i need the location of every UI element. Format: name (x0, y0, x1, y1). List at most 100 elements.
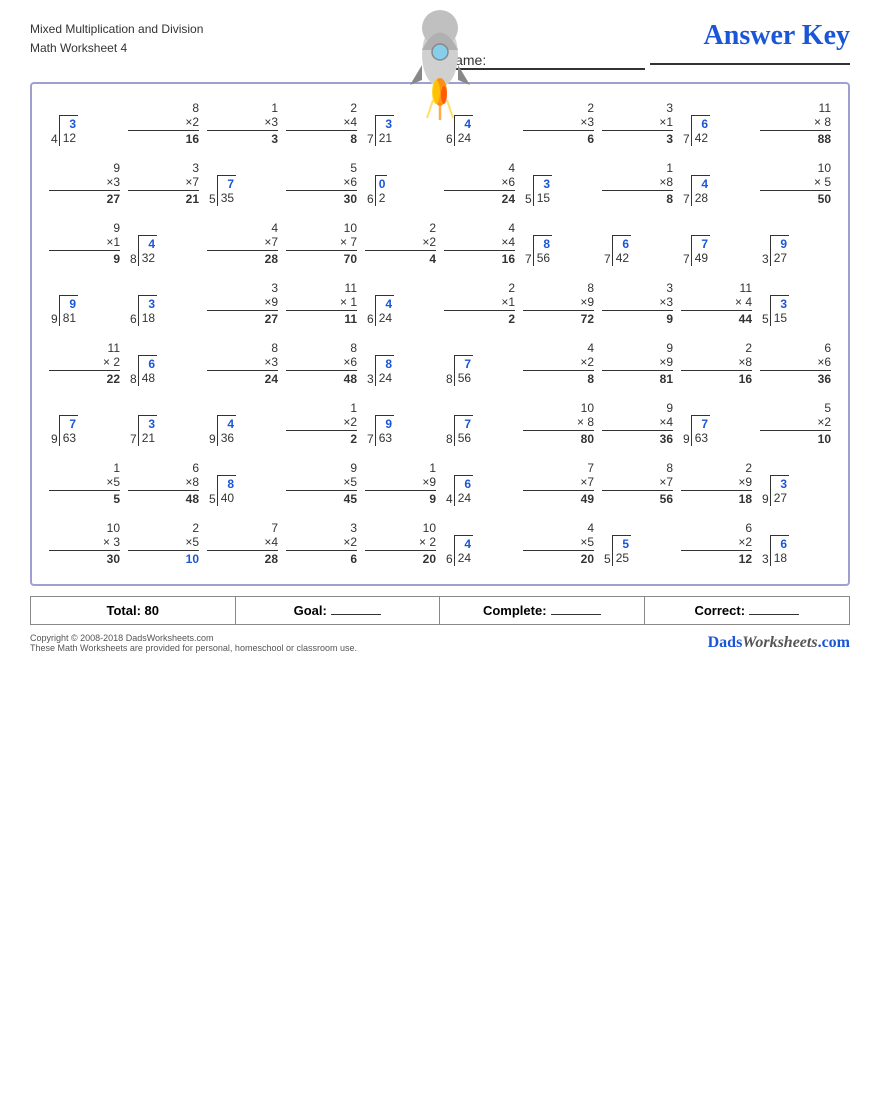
page: Mixed Multiplication and Division Math W… (0, 0, 880, 1100)
problem-cell: 10 × 8 80 (521, 394, 596, 446)
problem-cell: 4 ×7 28 (205, 214, 280, 266)
problem-cell: 8 4 32 (126, 214, 201, 266)
total-cell: Total: 80 (31, 597, 236, 624)
problem-cell: 10 × 3 30 (47, 514, 122, 566)
problem-cell: 6 0 2 (363, 154, 438, 206)
problem-cell: 1 ×2 2 (284, 394, 359, 446)
problem-cell: 2 ×4 8 (284, 94, 359, 146)
problem-cell: 8 ×3 24 (205, 334, 280, 386)
problem-cell: 4 ×6 24 (442, 154, 517, 206)
problem-cell: 1 ×9 9 (363, 454, 438, 506)
worksheet-title1: Mixed Multiplication and Division (30, 20, 203, 39)
problem-cell: 5 ×2 10 (758, 394, 833, 446)
problem-cell: 7 7 49 (679, 214, 754, 266)
problem-cell: 10 × 7 70 (284, 214, 359, 266)
problem-cell: 11 × 2 22 (47, 334, 122, 386)
problem-row-4: 11 × 2 22 8 6 48 8 ×3 24 8 ×6 48 3 (47, 334, 833, 386)
problem-cell: 5 8 40 (205, 454, 280, 506)
problem-cell: 2 ×5 10 (126, 514, 201, 566)
problem-cell: 1 ×3 3 (205, 94, 280, 146)
problem-cell: 6 4 24 (363, 274, 438, 326)
copyright-line1: Copyright © 2008-2018 DadsWorksheets.com (30, 633, 357, 643)
problems-container: 4 3 12 8 ×2 16 1 ×3 3 2 ×4 8 7 3 (47, 94, 833, 566)
problem-cell: 5 5 25 (600, 514, 675, 566)
dads-brand: DadsWorksheets.com (708, 634, 850, 652)
problem-row-1: 9 ×3 27 3 ×7 21 5 7 35 5 ×6 30 6 0 (47, 154, 833, 206)
footer-bar: Total: 80 Goal: Complete: Correct: (30, 596, 850, 625)
problem-cell: 7 8 56 (521, 214, 596, 266)
problem-cell: 8 7 56 (442, 394, 517, 446)
problem-cell: 1 ×5 5 (47, 454, 122, 506)
problem-cell: 5 3 15 (758, 274, 833, 326)
name-line: Name: (440, 52, 850, 70)
problem-cell: 4 ×4 16 (442, 214, 517, 266)
problem-cell: 10 × 2 20 (363, 514, 438, 566)
header: Mixed Multiplication and Division Math W… (30, 20, 850, 72)
problem-cell: 2 ×1 2 (442, 274, 517, 326)
rocket-icon (395, 10, 485, 120)
problem-cell: 8 7 56 (442, 334, 517, 386)
problem-cell: 2 ×2 4 (363, 214, 438, 266)
problem-row-3: 9 9 81 6 3 18 3 ×9 27 11 × 1 11 (47, 274, 833, 326)
problem-cell: 3 ×3 9 (600, 274, 675, 326)
problem-cell: 10 × 5 50 (758, 154, 833, 206)
problem-cell: 1 ×8 8 (600, 154, 675, 206)
problem-cell: 8 ×7 56 (600, 454, 675, 506)
answer-key-label: Answer Key (704, 20, 850, 52)
correct-label: Correct: (694, 603, 745, 618)
problem-cell: 8 ×9 72 (521, 274, 596, 326)
problem-cell: 9 ×9 81 (600, 334, 675, 386)
problem-cell: 9 ×5 45 (284, 454, 359, 506)
problem-cell: 9 ×1 9 (47, 214, 122, 266)
problem-cell: 8 ×6 48 (284, 334, 359, 386)
problem-row-6: 1 ×5 5 6 ×8 48 5 8 40 9 ×5 45 1 ×9 9 (47, 454, 833, 506)
problem-cell: 9 4 36 (205, 394, 280, 446)
worksheet-box: 4 3 12 8 ×2 16 1 ×3 3 2 ×4 8 7 3 (30, 82, 850, 586)
problem-cell: 7 6 42 (679, 94, 754, 146)
problem-cell: 7 9 63 (363, 394, 438, 446)
copyright: Copyright © 2008-2018 DadsWorksheets.com… (30, 633, 850, 653)
complete-cell: Complete: (440, 597, 645, 624)
problem-cell: 6 3 18 (126, 274, 201, 326)
problem-cell: 5 3 15 (521, 154, 596, 206)
problem-cell: 3 ×1 3 (600, 94, 675, 146)
problem-cell: 3 ×2 6 (284, 514, 359, 566)
goal-cell: Goal: (236, 597, 441, 624)
problem-cell: 9 ×3 27 (47, 154, 122, 206)
problem-cell: 6 ×8 48 (126, 454, 201, 506)
problem-cell: 9 3 27 (758, 454, 833, 506)
problem-row-5: 9 7 63 7 3 21 9 4 36 1 ×2 (47, 394, 833, 446)
worksheet-title2: Math Worksheet 4 (30, 39, 203, 58)
problem-cell: 4 ×5 20 (521, 514, 596, 566)
total-label: Total: 80 (107, 603, 160, 618)
problem-cell: 7 ×4 28 (205, 514, 280, 566)
problem-cell: 3 ×7 21 (126, 154, 201, 206)
problem-cell: 3 8 24 (363, 334, 438, 386)
problem-cell: 9 7 63 (679, 394, 754, 446)
problem-cell: 11 × 4 44 (679, 274, 754, 326)
copyright-line2: These Math Worksheets are provided for p… (30, 643, 357, 653)
problem-cell: 7 4 28 (679, 154, 754, 206)
problem-row-7: 10 × 3 30 2 ×5 10 7 ×4 28 3 ×2 6 10 × 2 … (47, 514, 833, 566)
problem-cell: 7 3 21 (126, 394, 201, 446)
complete-label: Complete: (483, 603, 547, 618)
problem-cell: 8 6 48 (126, 334, 201, 386)
problem-cell: 2 ×8 16 (679, 334, 754, 386)
problem-cell: 3 9 27 (758, 214, 833, 266)
problem-row-2: 9 ×1 9 8 4 32 4 ×7 28 10 × 7 70 2 ×2 4 (47, 214, 833, 266)
problem-cell: 2 ×9 18 (679, 454, 754, 506)
copyright-text: Copyright © 2008-2018 DadsWorksheets.com… (30, 633, 357, 653)
problem-cell: 9 ×4 36 (600, 394, 675, 446)
problem-cell: 4 ×2 8 (521, 334, 596, 386)
goal-label: Goal: (294, 603, 327, 618)
problem-cell: 3 6 18 (758, 514, 833, 566)
problem-cell: 9 7 63 (47, 394, 122, 446)
correct-cell: Correct: (645, 597, 850, 624)
problem-cell: 4 3 12 (47, 94, 122, 146)
problem-cell: 2 ×3 6 (521, 94, 596, 146)
problem-cell: 7 ×7 49 (521, 454, 596, 506)
problem-cell: 6 ×2 12 (679, 514, 754, 566)
problem-cell: 4 6 24 (442, 454, 517, 506)
problem-cell: 9 9 81 (47, 274, 122, 326)
problem-cell: 6 ×6 36 (758, 334, 833, 386)
